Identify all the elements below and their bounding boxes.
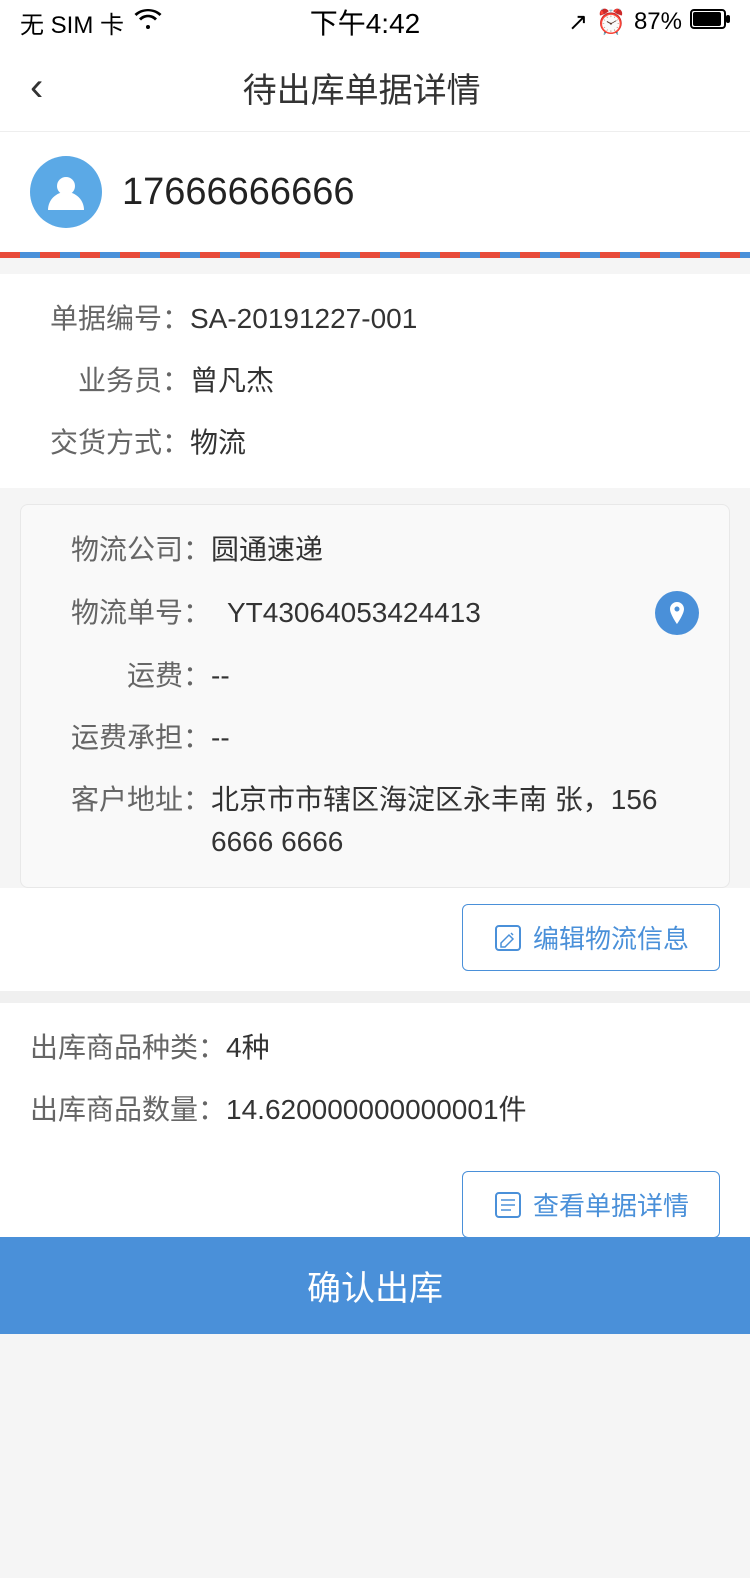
edit-logistics-label: 编辑物流信息 <box>533 919 689 956</box>
status-right: ↗ ⏰ 87% <box>568 8 730 37</box>
sales-person-label: 业务员： <box>30 360 190 402</box>
status-bar: 无 SIM 卡 下午4:42 ↗ ⏰ 87% <box>0 0 750 44</box>
customer-avatar <box>30 156 102 228</box>
order-no-row: 单据编号： SA-20191227-001 <box>30 298 720 340</box>
logistics-section: 物流公司： 圆通速递 物流单号： YT43064053424413 运费： --… <box>20 504 730 888</box>
tracking-no-value: YT43064053424413 <box>227 592 639 634</box>
track-location-icon[interactable] <box>655 591 699 635</box>
order-no-value: SA-20191227-001 <box>190 298 720 340</box>
freight-bearer-value: -- <box>211 717 699 759</box>
customer-phone: 17666666666 <box>122 171 354 214</box>
view-detail-button[interactable]: 查看单据详情 <box>462 1171 720 1238</box>
logistics-company-row: 物流公司： 圆通速递 <box>51 529 699 571</box>
goods-quantity-label: 出库商品数量： <box>30 1089 226 1131</box>
address-value: 北京市市辖区海淀区永丰南 张，156 6666 6666 <box>211 779 699 863</box>
goods-section: 出库商品种类： 4种 出库商品数量： 14.620000000000001件 <box>0 1003 750 1155</box>
battery-icon <box>690 8 730 36</box>
logistics-company-label: 物流公司： <box>51 529 211 571</box>
back-button[interactable]: ‹ <box>30 65 43 110</box>
status-time: 下午4:42 <box>310 2 421 42</box>
wifi-icon <box>134 8 162 36</box>
dashed-divider <box>0 252 750 258</box>
confirm-button[interactable]: 确认出库 <box>0 1237 750 1334</box>
customer-header: 17666666666 <box>0 132 750 252</box>
view-detail-label: 查看单据详情 <box>533 1186 689 1223</box>
battery-text: 87% <box>634 8 682 36</box>
delivery-method-row: 交货方式： 物流 <box>30 422 720 464</box>
tracking-no-label: 物流单号： <box>51 592 211 634</box>
address-row: 客户地址： 北京市市辖区海淀区永丰南 张，156 6666 6666 <box>51 779 699 863</box>
logistics-company-value: 圆通速递 <box>211 529 699 571</box>
carrier-text: 无 SIM 卡 <box>20 5 124 40</box>
edit-logistics-area: 编辑物流信息 <box>0 888 750 991</box>
freight-bearer-label: 运费承担： <box>51 717 211 759</box>
page-title: 待出库单据详情 <box>63 63 660 112</box>
status-left: 无 SIM 卡 <box>20 5 162 40</box>
delivery-method-label: 交货方式： <box>30 422 190 464</box>
location-status-icon: ↗ <box>568 8 588 37</box>
freight-label: 运费： <box>51 655 211 697</box>
freight-row: 运费： -- <box>51 655 699 697</box>
sales-person-value: 曾凡杰 <box>190 360 720 402</box>
nav-bar: ‹ 待出库单据详情 <box>0 44 750 132</box>
alarm-icon: ⏰ <box>596 8 626 37</box>
edit-icon <box>493 923 523 953</box>
goods-quantity-row: 出库商品数量： 14.620000000000001件 <box>30 1089 720 1131</box>
delivery-method-value: 物流 <box>190 422 720 464</box>
goods-type-label: 出库商品种类： <box>30 1027 226 1069</box>
edit-logistics-button[interactable]: 编辑物流信息 <box>462 904 720 971</box>
freight-value: -- <box>211 655 699 697</box>
document-icon <box>493 1190 523 1220</box>
goods-type-value: 4种 <box>226 1027 720 1069</box>
goods-quantity-value: 14.620000000000001件 <box>226 1089 720 1131</box>
address-label: 客户地址： <box>51 779 211 821</box>
order-no-label: 单据编号： <box>30 298 190 340</box>
goods-type-row: 出库商品种类： 4种 <box>30 1027 720 1069</box>
sales-person-row: 业务员： 曾凡杰 <box>30 360 720 402</box>
section-divider <box>0 991 750 1003</box>
freight-bearer-row: 运费承担： -- <box>51 717 699 759</box>
tracking-no-row: 物流单号： YT43064053424413 <box>51 591 699 635</box>
order-info-section: 单据编号： SA-20191227-001 业务员： 曾凡杰 交货方式： 物流 <box>0 274 750 488</box>
confirm-btn-label: 确认出库 <box>307 1270 443 1308</box>
